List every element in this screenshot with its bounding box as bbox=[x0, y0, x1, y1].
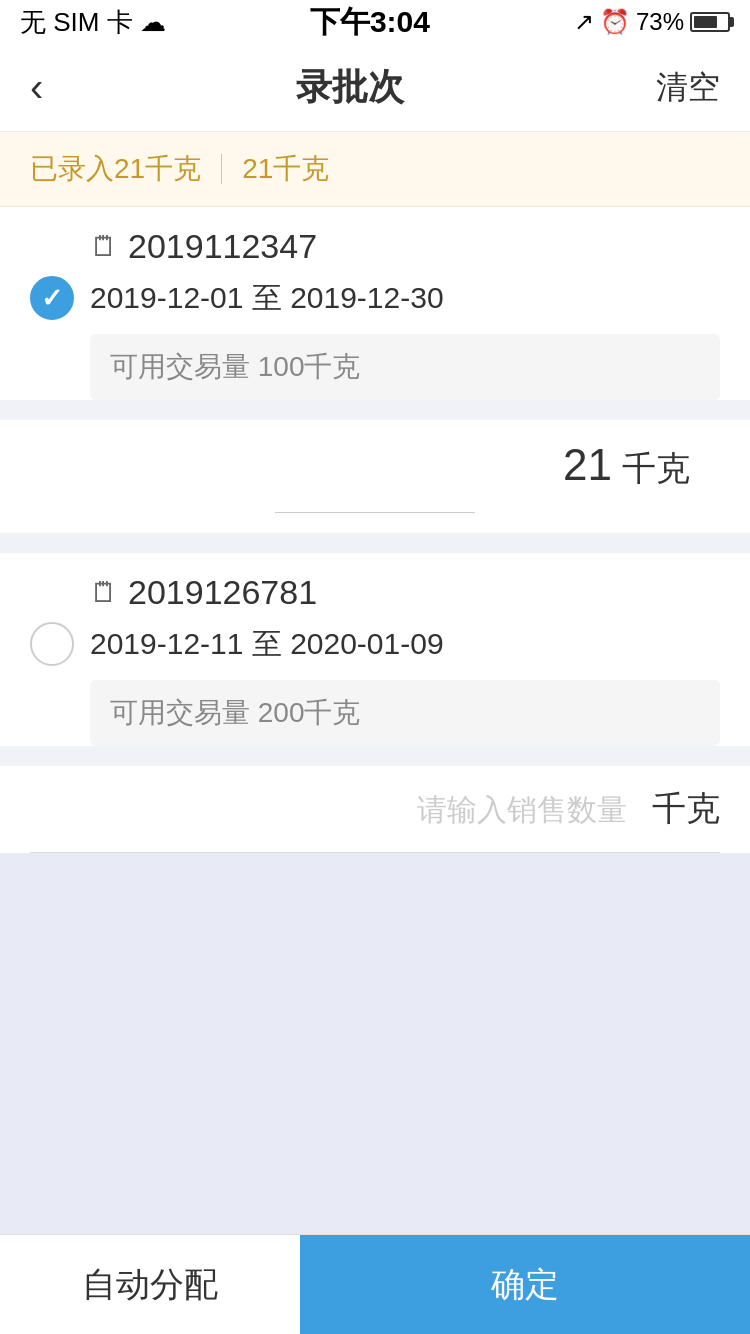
batch1-unit: 千克 bbox=[622, 446, 690, 492]
info-amount: 21千克 bbox=[242, 150, 329, 188]
batch2-date: 2019-12-11 至 2020-01-09 bbox=[90, 624, 444, 665]
info-label: 已录入21千克 bbox=[30, 150, 201, 188]
status-left: 无 SIM 卡 ☁ bbox=[20, 5, 166, 40]
status-time: 下午3:04 bbox=[310, 2, 430, 43]
batch2-unit: 千克 bbox=[652, 786, 720, 832]
card-divider bbox=[0, 533, 750, 553]
batch2-input-row: 千克 bbox=[0, 766, 750, 852]
battery-icon bbox=[690, 12, 730, 32]
batch-card-2: 🗒 2019126781 2019-12-11 至 2020-01-09 可用交… bbox=[0, 553, 750, 746]
bottom-spacer bbox=[0, 853, 750, 1253]
batch2-input-container: 千克 bbox=[0, 766, 750, 853]
status-right: ↗ ⏰ 73% bbox=[574, 8, 730, 36]
batch1-underline bbox=[275, 512, 475, 513]
batch1-icon: 🗒 bbox=[90, 230, 118, 263]
content-area: 🗒 2019112347 2019-12-01 至 2019-12-30 可用交… bbox=[0, 207, 750, 1334]
status-bar: 无 SIM 卡 ☁ 下午3:04 ↗ ⏰ 73% bbox=[0, 0, 750, 44]
batch1-available: 可用交易量 100千克 bbox=[90, 334, 720, 400]
bottom-bar: 自动分配 确定 bbox=[0, 1234, 750, 1334]
batch2-header: 🗒 2019126781 bbox=[30, 573, 720, 612]
batch2-date-row: 2019-12-11 至 2020-01-09 bbox=[30, 622, 720, 666]
page-title: 录批次 bbox=[296, 63, 404, 112]
batch1-date-row: 2019-12-01 至 2019-12-30 bbox=[30, 276, 720, 320]
batch1-header: 🗒 2019112347 bbox=[30, 227, 720, 266]
location-icon: ↗ bbox=[574, 8, 594, 36]
batch1-amount-wrap: 21 千克 bbox=[30, 420, 720, 513]
info-banner: 已录入21千克 21千克 bbox=[0, 132, 750, 207]
batch1-date: 2019-12-01 至 2019-12-30 bbox=[90, 278, 444, 319]
batch1-value: 21 bbox=[563, 440, 612, 490]
batch2-radio[interactable] bbox=[30, 622, 74, 666]
batch1-amount-container: 21 千克 bbox=[0, 420, 750, 533]
auto-distribute-button[interactable]: 自动分配 bbox=[0, 1235, 300, 1334]
batch1-radio[interactable] bbox=[30, 276, 74, 320]
batch2-icon: 🗒 bbox=[90, 576, 118, 609]
clear-button[interactable]: 清空 bbox=[656, 66, 720, 110]
batch2-quantity-input[interactable] bbox=[342, 789, 642, 828]
batch1-id: 2019112347 bbox=[128, 227, 317, 266]
batch2-id: 2019126781 bbox=[128, 573, 317, 612]
back-button[interactable]: ‹ bbox=[30, 65, 43, 110]
batch1-amount-row: 21 千克 bbox=[533, 420, 720, 512]
nav-bar: ‹ 录批次 清空 bbox=[0, 44, 750, 132]
confirm-button[interactable]: 确定 bbox=[300, 1235, 750, 1334]
sim-text: 无 SIM 卡 ☁ bbox=[20, 5, 166, 40]
battery-pct: 73% bbox=[636, 8, 684, 36]
alarm-icon: ⏰ bbox=[600, 8, 630, 36]
batch-card-1: 🗒 2019112347 2019-12-01 至 2019-12-30 可用交… bbox=[0, 207, 750, 400]
batch2-available: 可用交易量 200千克 bbox=[90, 680, 720, 746]
info-divider bbox=[221, 154, 222, 184]
